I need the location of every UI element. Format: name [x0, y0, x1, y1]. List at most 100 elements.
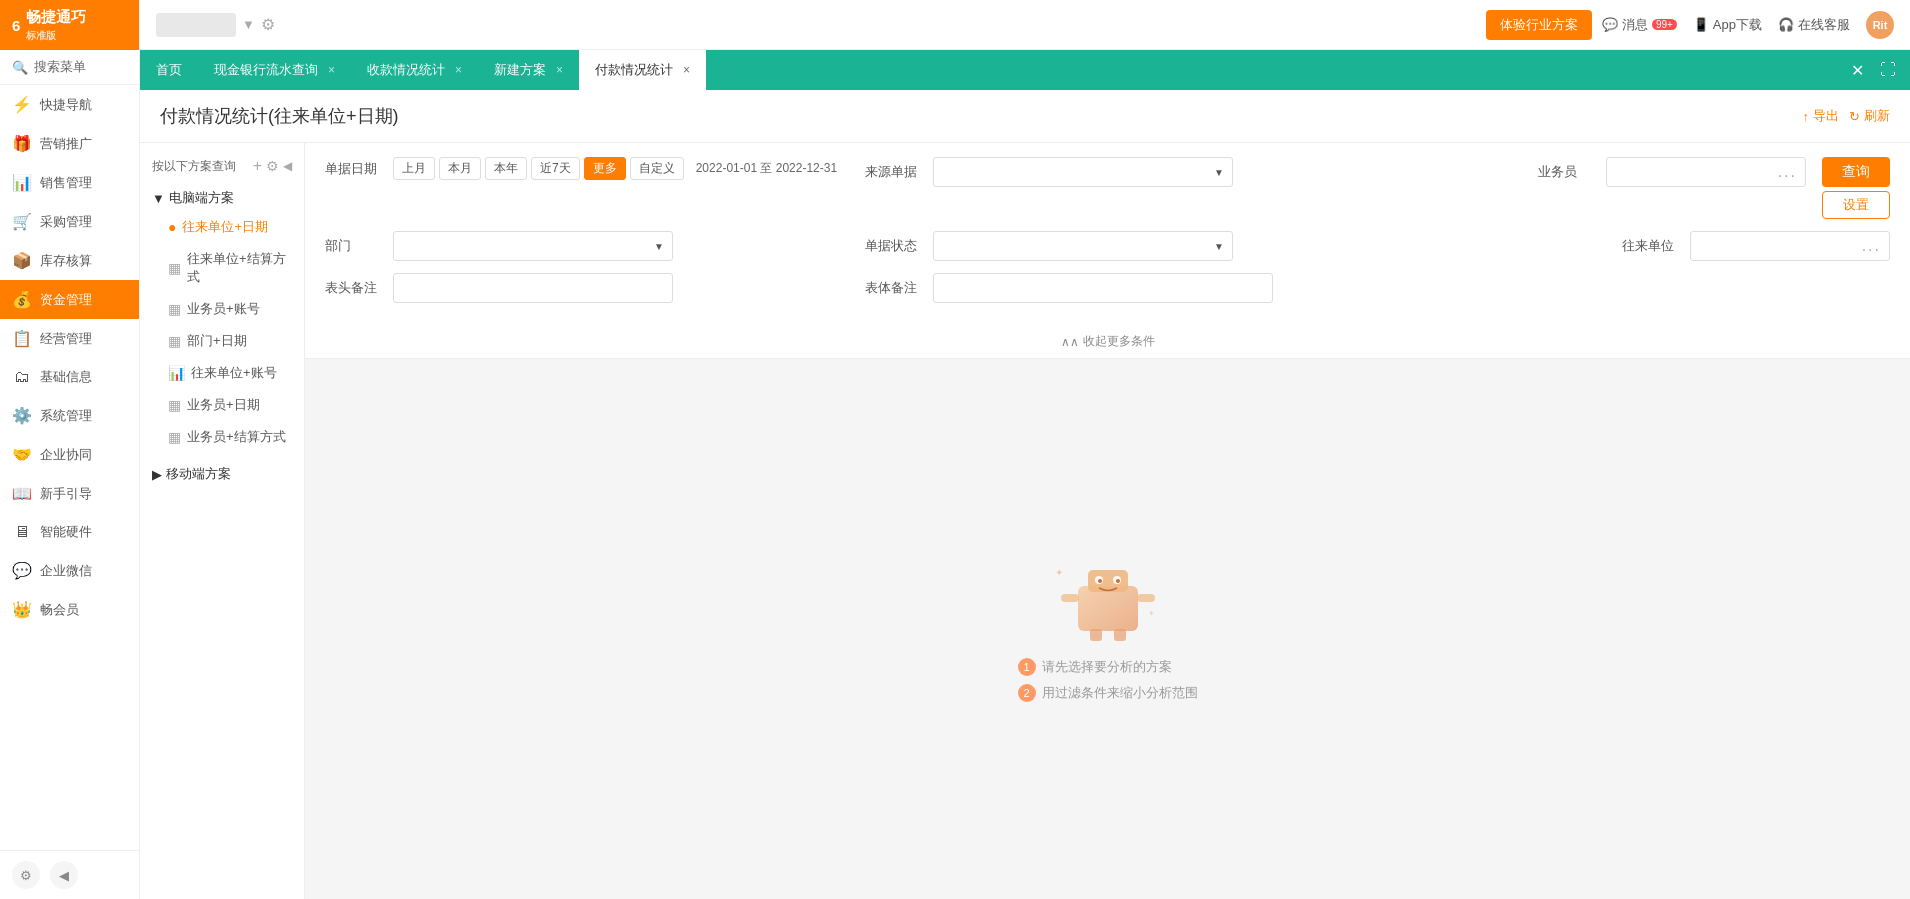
- svg-rect-7: [1137, 594, 1155, 602]
- tab-home[interactable]: 首页: [140, 50, 198, 90]
- date-btn-this-month[interactable]: 本月: [439, 157, 481, 180]
- tab-right-buttons: ✕ ⛶: [1845, 59, 1910, 82]
- scheme-item-unit-account[interactable]: 📊 往来单位+账号: [140, 357, 304, 389]
- date-btn-more[interactable]: 更多: [584, 157, 626, 180]
- scheme-label-unit-date: 往来单位+日期: [182, 218, 268, 236]
- scheme-item-unit-settle[interactable]: ▦ 往来单位+结算方式: [140, 243, 304, 293]
- dropdown-arrow[interactable]: ▼: [242, 17, 255, 32]
- sidebar-item-operations[interactable]: 📋 经营管理: [0, 319, 139, 358]
- scheme-item-unit-date[interactable]: ● 往来单位+日期: [140, 211, 304, 243]
- scheme-item-staff-account[interactable]: ▦ 业务员+账号: [140, 293, 304, 325]
- sidebar-collapse-btn[interactable]: ◀: [50, 861, 78, 889]
- salesperson-label: 业务员: [1538, 163, 1598, 181]
- sidebar-item-quick-nav[interactable]: ⚡ 快捷导航: [0, 85, 139, 124]
- scheme-label-staff-date: 业务员+日期: [187, 396, 260, 414]
- scheme-label-dept-date: 部门+日期: [187, 332, 247, 350]
- dept-select[interactable]: ▼: [393, 231, 673, 261]
- voucher-status-select[interactable]: ▼: [933, 231, 1233, 261]
- partner-label: 往来单位: [1622, 237, 1682, 255]
- wechat-icon: 💬: [12, 561, 32, 580]
- sidebar-item-member[interactable]: 👑 畅会员: [0, 590, 139, 629]
- partner-select[interactable]: ...: [1690, 231, 1890, 261]
- sidebar-item-basic-info[interactable]: 🗂 基础信息: [0, 358, 139, 396]
- filter-settings-btn[interactable]: 设置: [1822, 191, 1890, 219]
- scheme-icon-staff-settle: ▦: [168, 429, 181, 445]
- avatar[interactable]: Rit: [1866, 11, 1894, 39]
- tab-bank-flow[interactable]: 现金银行流水查询 ×: [198, 50, 351, 90]
- tip-num-2: 2: [1018, 684, 1036, 702]
- online-service-btn[interactable]: 🎧 在线客服: [1778, 16, 1850, 34]
- sidebar-item-guide[interactable]: 📖 新手引导: [0, 474, 139, 513]
- sidebar-label-hardware: 智能硬件: [40, 523, 92, 541]
- date-btn-last-month[interactable]: 上月: [393, 157, 435, 180]
- pc-group: ▼ 电脑端方案: [140, 185, 304, 211]
- date-btn-last-7[interactable]: 近7天: [531, 157, 580, 180]
- query-btn[interactable]: 查询: [1822, 157, 1890, 187]
- scheme-settings-btn[interactable]: ⚙: [266, 158, 279, 174]
- sidebar-label-capital: 资金管理: [40, 291, 92, 309]
- filter-main: 单据日期 上月 本月 本年 近7天 更多 自定义 2022-01-01 至 20…: [305, 143, 1910, 261]
- tab-close-all-btn[interactable]: ✕: [1845, 59, 1870, 82]
- main-area: ▼ ⚙ 体验行业方案 💬 消息 99+ 📱 App下载 🎧 在线客服 Rit: [140, 0, 1910, 899]
- body-note-label: 表体备注: [865, 279, 925, 297]
- tab-new-plan-close[interactable]: ×: [556, 63, 563, 77]
- scheme-icon-unit-settle: ▦: [168, 260, 181, 276]
- try-industry-btn[interactable]: 体验行业方案: [1486, 10, 1592, 40]
- sidebar-item-wechat[interactable]: 💬 企业微信: [0, 551, 139, 590]
- sidebar-label-enterprise: 企业协同: [40, 446, 92, 464]
- purchase-icon: 🛒: [12, 212, 32, 231]
- empty-illustration: ✦ ✦: [1053, 556, 1163, 646]
- page-header-actions: ↑ 导出 ↻ 刷新: [1803, 107, 1891, 125]
- mobile-group: ▶ 移动端方案: [140, 461, 304, 487]
- logo-text: 畅捷通巧: [26, 8, 86, 27]
- scheme-item-dept-date[interactable]: ▦ 部门+日期: [140, 325, 304, 357]
- sidebar-item-marketing[interactable]: 🎁 营销推广: [0, 124, 139, 163]
- tab-receivable[interactable]: 收款情况统计 ×: [351, 50, 478, 90]
- svg-rect-9: [1114, 629, 1126, 641]
- settings-gear-icon[interactable]: ⚙: [261, 15, 275, 34]
- tab-fullscreen-btn[interactable]: ⛶: [1874, 59, 1902, 81]
- collapse-bar[interactable]: ∧∧ 收起更多条件: [305, 325, 1910, 358]
- scheme-item-staff-date[interactable]: ▦ 业务员+日期: [140, 389, 304, 421]
- voucher-status-label: 单据状态: [865, 237, 925, 255]
- tab-bank-flow-close[interactable]: ×: [328, 63, 335, 77]
- sidebar-settings-btn[interactable]: ⚙: [12, 861, 40, 889]
- tip-item-2: 2 用过滤条件来缩小分析范围: [1018, 684, 1198, 702]
- tab-payment-stat[interactable]: 付款情况统计 ×: [579, 50, 706, 90]
- message-btn[interactable]: 💬 消息 99+: [1602, 16, 1677, 34]
- sidebar-item-system[interactable]: ⚙️ 系统管理: [0, 396, 139, 435]
- tab-new-plan[interactable]: 新建方案 ×: [478, 50, 579, 90]
- app-download-btn[interactable]: 📱 App下载: [1693, 16, 1762, 34]
- source-select[interactable]: ▼: [933, 157, 1233, 187]
- search-menu[interactable]: 🔍 搜索菜单: [0, 50, 139, 85]
- sidebar-item-inventory[interactable]: 📦 库存核算: [0, 241, 139, 280]
- date-btn-this-year[interactable]: 本年: [485, 157, 527, 180]
- scheme-item-staff-settle[interactable]: ▦ 业务员+结算方式: [140, 421, 304, 453]
- sidebar-item-hardware[interactable]: 🖥 智能硬件: [0, 513, 139, 551]
- mobile-group-label-row: ▶ 移动端方案: [140, 461, 304, 487]
- body-note-input[interactable]: [933, 273, 1273, 303]
- app-download-label: App下载: [1713, 16, 1762, 34]
- member-icon: 👑: [12, 600, 32, 619]
- sidebar-item-capital[interactable]: 💰 资金管理: [0, 280, 139, 319]
- below-header: 首页 现金银行流水查询 × 收款情况统计 × 新建方案 × 付款情况统计 × ✕…: [140, 50, 1910, 899]
- tab-receivable-close[interactable]: ×: [455, 63, 462, 77]
- sidebar-label-operations: 经营管理: [40, 330, 92, 348]
- export-btn[interactable]: ↑ 导出: [1803, 107, 1840, 125]
- collapse-label: 收起更多条件: [1083, 333, 1155, 350]
- scheme-add-btn[interactable]: +: [253, 157, 262, 175]
- header-note-input[interactable]: [393, 273, 673, 303]
- chevron-up-icon: ∧∧: [1061, 335, 1079, 349]
- sidebar-label-quick-nav: 快捷导航: [40, 96, 92, 114]
- date-btn-custom[interactable]: 自定义: [630, 157, 684, 180]
- service-icon: 🎧: [1778, 17, 1794, 32]
- salesperson-select[interactable]: ...: [1606, 157, 1806, 187]
- scheme-label-staff-settle: 业务员+结算方式: [187, 428, 286, 446]
- scheme-collapse-btn[interactable]: ◀: [283, 159, 292, 173]
- user-info: ▼ ⚙: [156, 13, 1476, 37]
- sidebar-item-enterprise[interactable]: 🤝 企业协同: [0, 435, 139, 474]
- tab-payment-stat-close[interactable]: ×: [683, 63, 690, 77]
- sidebar-item-sales[interactable]: 📊 销售管理: [0, 163, 139, 202]
- sidebar-item-purchase[interactable]: 🛒 采购管理: [0, 202, 139, 241]
- refresh-btn[interactable]: ↻ 刷新: [1849, 107, 1890, 125]
